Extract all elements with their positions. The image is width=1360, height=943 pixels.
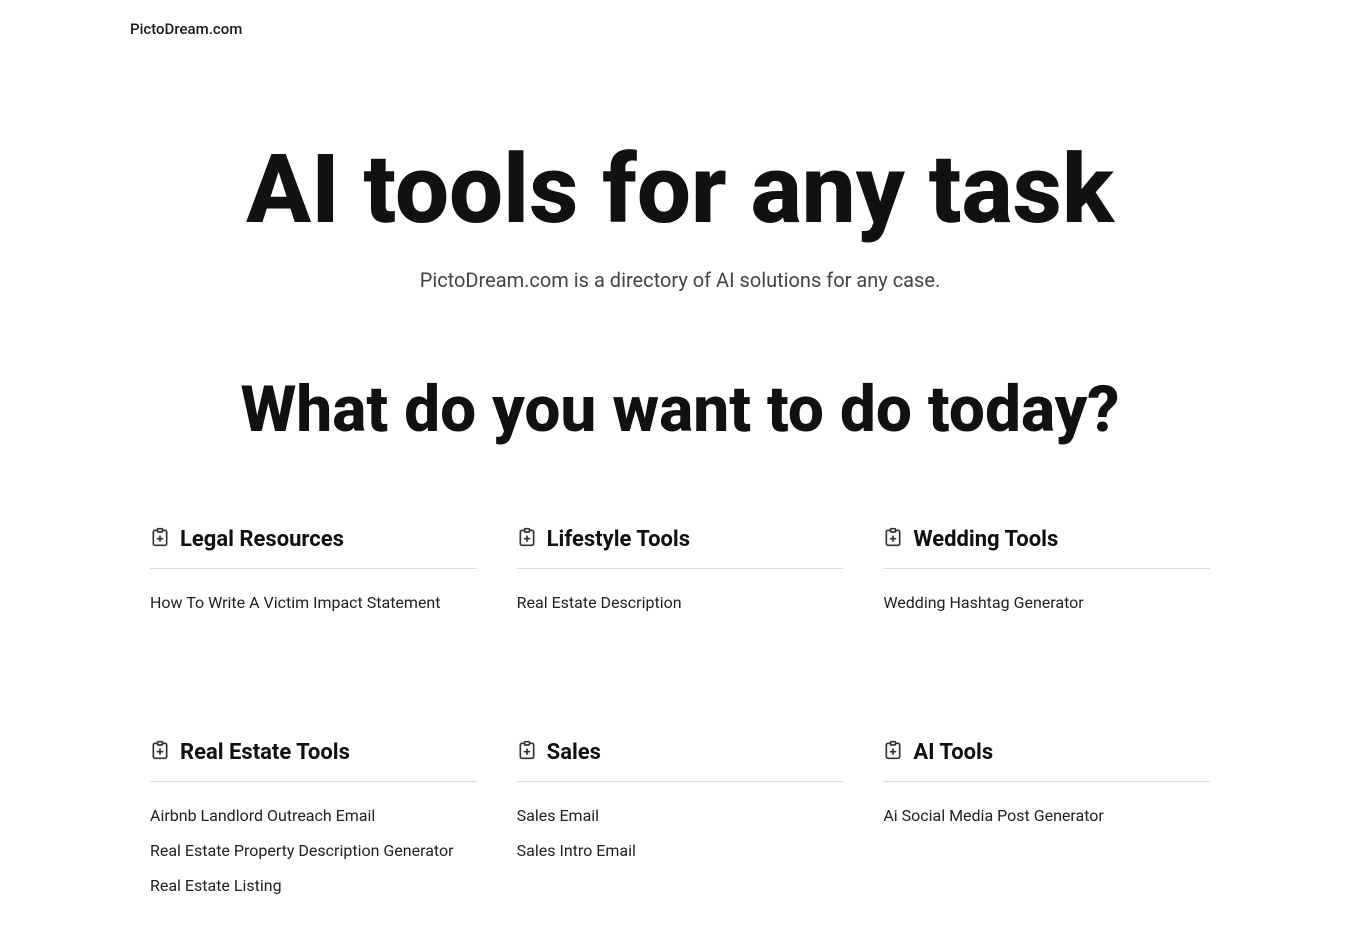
category-card-legal-resources: Legal Resources How To Write A Victim Imp…: [130, 507, 497, 660]
hero-title: AI tools for any task: [20, 138, 1340, 244]
category-header-ai-tools: AI Tools: [883, 740, 1210, 782]
list-item[interactable]: Ai Social Media Post Generator: [883, 798, 1210, 833]
category-header-real-estate-tools: Real Estate Tools: [150, 740, 477, 782]
category-header-legal-resources: Legal Resources: [150, 527, 477, 569]
clipboard-icon-sales: [517, 740, 537, 765]
category-items-legal-resources: How To Write A Victim Impact Statement: [150, 585, 477, 620]
hero-subtitle: PictoDream.com is a directory of AI solu…: [20, 268, 1340, 292]
clipboard-icon-real-estate-tools: [150, 740, 170, 765]
list-item[interactable]: Wedding Hashtag Generator: [883, 585, 1210, 620]
category-header-sales: Sales: [517, 740, 844, 782]
clipboard-icon-ai-tools: [883, 740, 903, 765]
categories-row-1: Legal Resources How To Write A Victim Imp…: [0, 507, 1360, 660]
list-item[interactable]: Real Estate Property Description Generat…: [150, 833, 477, 868]
category-title-legal-resources: Legal Resources: [180, 527, 344, 552]
category-title-wedding-tools: Wedding Tools: [913, 527, 1058, 552]
category-card-sales: Sales Sales EmailSales Intro Email: [497, 720, 864, 943]
category-items-wedding-tools: Wedding Hashtag Generator: [883, 585, 1210, 620]
category-title-ai-tools: AI Tools: [913, 740, 993, 765]
category-card-ai-tools: AI Tools Ai Social Media Post Generator: [863, 720, 1230, 943]
list-item[interactable]: Real Estate Listing: [150, 868, 477, 903]
category-items-lifestyle-tools: Real Estate Description: [517, 585, 844, 620]
clipboard-icon-lifestyle-tools: [517, 527, 537, 552]
category-header-wedding-tools: Wedding Tools: [883, 527, 1210, 569]
clipboard-icon-legal-resources: [150, 527, 170, 552]
hero-section: AI tools for any task PictoDream.com is …: [0, 58, 1360, 332]
category-card-real-estate-tools: Real Estate Tools Airbnb Landlord Outreac…: [130, 720, 497, 943]
category-title-sales: Sales: [547, 740, 601, 765]
category-card-lifestyle-tools: Lifestyle Tools Real Estate Description: [497, 507, 864, 660]
list-item[interactable]: Sales Intro Email: [517, 833, 844, 868]
category-title-lifestyle-tools: Lifestyle Tools: [547, 527, 690, 552]
category-card-wedding-tools: Wedding Tools Wedding Hashtag Generator: [863, 507, 1230, 660]
section-heading: What do you want to do today?: [20, 372, 1340, 447]
list-item[interactable]: Real Estate Description: [517, 585, 844, 620]
category-items-sales: Sales EmailSales Intro Email: [517, 798, 844, 868]
site-logo[interactable]: PictoDream.com: [130, 20, 1230, 38]
site-header: PictoDream.com: [0, 0, 1360, 58]
list-item[interactable]: Sales Email: [517, 798, 844, 833]
category-title-real-estate-tools: Real Estate Tools: [180, 740, 350, 765]
category-items-ai-tools: Ai Social Media Post Generator: [883, 798, 1210, 833]
categories-row-2: Real Estate Tools Airbnb Landlord Outreac…: [0, 720, 1360, 943]
category-items-real-estate-tools: Airbnb Landlord Outreach EmailReal Estat…: [150, 798, 477, 903]
list-item[interactable]: Airbnb Landlord Outreach Email: [150, 798, 477, 833]
clipboard-icon-wedding-tools: [883, 527, 903, 552]
category-header-lifestyle-tools: Lifestyle Tools: [517, 527, 844, 569]
list-item[interactable]: How To Write A Victim Impact Statement: [150, 585, 477, 620]
